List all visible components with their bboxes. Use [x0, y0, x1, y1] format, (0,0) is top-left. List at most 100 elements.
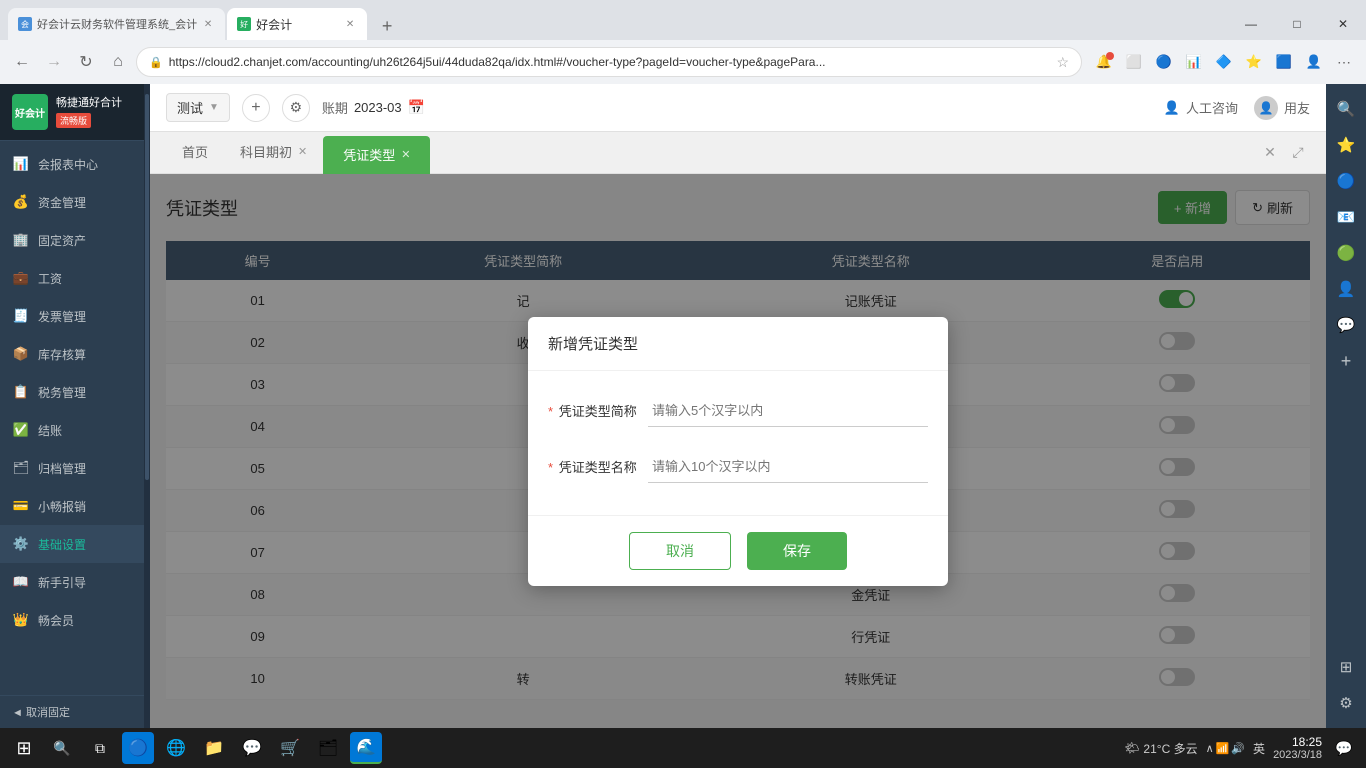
taskbar-app-files[interactable]: 📁: [198, 732, 230, 764]
ext-btn-6[interactable]: ⭐: [1240, 48, 1268, 76]
ext-btn-2[interactable]: ⬜: [1120, 48, 1148, 76]
sidebar-item-reports[interactable]: 📊 会报表中心: [0, 145, 150, 183]
menu-icon-member: 👑: [12, 611, 30, 629]
cancel-button[interactable]: 取消: [629, 532, 731, 570]
ext-btn-4[interactable]: 📊: [1180, 48, 1208, 76]
sidebar-item-finance[interactable]: 💰 资金管理: [0, 183, 150, 221]
address-bar[interactable]: 🔒 https://cloud2.chanjet.com/accounting/…: [136, 47, 1082, 77]
tab-home[interactable]: 首页: [166, 132, 224, 174]
close-button[interactable]: ✕: [1320, 8, 1366, 40]
workspace-arrow: ▼: [209, 102, 219, 113]
profile-btn[interactable]: 👤: [1300, 48, 1328, 76]
tab-subject-close[interactable]: ✕: [298, 145, 307, 158]
sidebar-item-tax[interactable]: 📋 税务管理: [0, 373, 150, 411]
taskbar-app-chrome[interactable]: 🌐: [160, 732, 192, 764]
modal-footer: 取消 保存: [528, 515, 948, 586]
right-icon-add[interactable]: +: [1329, 344, 1363, 378]
tab1-close[interactable]: ✕: [201, 17, 215, 31]
taskbar-app-wechat[interactable]: 💬: [236, 732, 268, 764]
header-settings-btn[interactable]: ⚙: [282, 94, 310, 122]
browser-window: 会 好会计云财务软件管理系统_会计 ✕ 好 好会计 ✕ + — □ ✕ ← → …: [0, 0, 1366, 768]
ext-btn-5[interactable]: 🔷: [1210, 48, 1238, 76]
home-button[interactable]: ⌂: [104, 48, 132, 76]
minimize-button[interactable]: —: [1228, 8, 1274, 40]
tab-collapse-btn[interactable]: ✕: [1258, 141, 1282, 165]
tab-voucher[interactable]: 凭证类型 ✕: [323, 136, 430, 174]
tab-voucher-close[interactable]: ✕: [401, 148, 410, 161]
right-icon-grid[interactable]: ⊞: [1329, 650, 1363, 684]
consulting-btn[interactable]: 👤 人工咨询: [1164, 98, 1238, 117]
center-content: 测试 ▼ + ⚙ 账期 2023-03 📅 👤 人工咨询 👤: [150, 84, 1326, 728]
tab-bar: 会 好会计云财务软件管理系统_会计 ✕ 好 好会计 ✕ + — □ ✕: [0, 0, 1366, 40]
period-value: 2023-03: [354, 100, 402, 115]
maximize-button[interactable]: □: [1274, 8, 1320, 40]
sidebar-item-salary[interactable]: 💼 工资: [0, 259, 150, 297]
menu-icon-guide: 📖: [12, 573, 30, 591]
consulting-icon: 👤: [1164, 100, 1180, 116]
right-icon-blue[interactable]: 🔵: [1329, 164, 1363, 198]
sidebar-item-settings[interactable]: ⚙️ 基础设置: [0, 525, 150, 563]
extensions-area: 🔔 ⬜ 🔵 📊 🔷 ⭐ 🟦 👤 ⋯: [1090, 48, 1358, 76]
new-tab-button[interactable]: +: [373, 12, 401, 40]
taskbar-app-edge2[interactable]: 🌊: [350, 732, 382, 764]
more-btn[interactable]: ⋯: [1330, 48, 1358, 76]
menu-label-reports: 会报表中心: [38, 156, 98, 173]
sidebar-item-archive[interactable]: 🗂 归档管理: [0, 449, 150, 487]
save-button[interactable]: 保存: [747, 532, 847, 570]
header-add-btn[interactable]: +: [242, 94, 270, 122]
app-header: 测试 ▼ + ⚙ 账期 2023-03 📅 👤 人工咨询 👤: [150, 84, 1326, 132]
taskbar-app-folder[interactable]: 🗂: [312, 732, 344, 764]
sidebar-footer[interactable]: ◄ 取消固定: [0, 695, 150, 728]
reload-button[interactable]: ↻: [72, 48, 100, 76]
name-input[interactable]: [648, 451, 928, 483]
sidebar-item-guide[interactable]: 📖 新手引导: [0, 563, 150, 601]
sidebar-item-expense[interactable]: 💳 小畅报销: [0, 487, 150, 525]
sidebar-item-checkout[interactable]: ✅ 结账: [0, 411, 150, 449]
tab-subject[interactable]: 科目期初 ✕: [224, 132, 323, 174]
star-icon[interactable]: ☆: [1056, 54, 1069, 71]
menu-icon-invoice: 🧾: [12, 307, 30, 325]
taskbar-task-view[interactable]: ⧉: [84, 732, 116, 764]
browser-tab-2[interactable]: 好 好会计 ✕: [227, 8, 367, 40]
menu-icon-reports: 📊: [12, 155, 30, 173]
tab1-favicon: 会: [18, 17, 32, 31]
right-icon-outlook[interactable]: 📧: [1329, 200, 1363, 234]
user-name: 用友: [1284, 98, 1310, 117]
abbr-input[interactable]: [648, 395, 928, 427]
taskbar-sys-icons[interactable]: ∧ 📶 🔊: [1206, 742, 1245, 755]
menu-label-salary: 工资: [38, 270, 62, 287]
sidebar-item-assets[interactable]: 🏢 固定资产: [0, 221, 150, 259]
right-icon-user[interactable]: 👤: [1329, 272, 1363, 306]
sidebar-item-invoice[interactable]: 🧾 发票管理: [0, 297, 150, 335]
back-button[interactable]: ←: [8, 48, 36, 76]
user-info[interactable]: 👤 用友: [1254, 96, 1310, 120]
taskbar-notification[interactable]: 💬: [1330, 734, 1358, 762]
app-area: 好会计 畅捷通好合计 流畅版 📊 会报表中心 💰 资金管理 🏢 固定资产 💼 工…: [0, 84, 1366, 728]
sidebar-item-inventory[interactable]: 📦 库存核算: [0, 335, 150, 373]
menu-label-expense: 小畅报销: [38, 498, 86, 515]
right-icon-search[interactable]: 🔍: [1329, 92, 1363, 126]
taskbar-clock[interactable]: 18:25 2023/3/18: [1273, 735, 1322, 761]
right-icon-msg[interactable]: 💬: [1329, 308, 1363, 342]
collapse-btn[interactable]: ◄ 取消固定: [12, 704, 138, 720]
right-icon-settings[interactable]: ⚙: [1329, 686, 1363, 720]
sidebar-item-member[interactable]: 👑 畅会员: [0, 601, 150, 639]
period-calendar-icon[interactable]: 📅: [408, 99, 425, 116]
taskbar-app-store[interactable]: 🛒: [274, 732, 306, 764]
workspace-selector[interactable]: 测试 ▼: [166, 93, 230, 122]
tab-expand-btn[interactable]: ⤢: [1286, 141, 1310, 165]
tab2-close[interactable]: ✕: [343, 17, 357, 31]
ext-btn-3[interactable]: 🔵: [1150, 48, 1178, 76]
taskbar-app-edge[interactable]: 🔵: [122, 732, 154, 764]
right-icon-star[interactable]: ⭐: [1329, 128, 1363, 162]
ext-btn-1[interactable]: 🔔: [1090, 48, 1118, 76]
sidebar-logo: 好会计 畅捷通好合计 流畅版: [0, 84, 150, 141]
ext-btn-7[interactable]: 🟦: [1270, 48, 1298, 76]
forward-button[interactable]: →: [40, 48, 68, 76]
menu-label-tax: 税务管理: [38, 384, 86, 401]
logo-badge: 流畅版: [56, 113, 91, 128]
browser-tab-1[interactable]: 会 好会计云财务软件管理系统_会计 ✕: [8, 8, 225, 40]
start-button[interactable]: ⊞: [8, 732, 40, 764]
right-icon-green[interactable]: 🟢: [1329, 236, 1363, 270]
taskbar-search[interactable]: 🔍: [46, 732, 78, 764]
